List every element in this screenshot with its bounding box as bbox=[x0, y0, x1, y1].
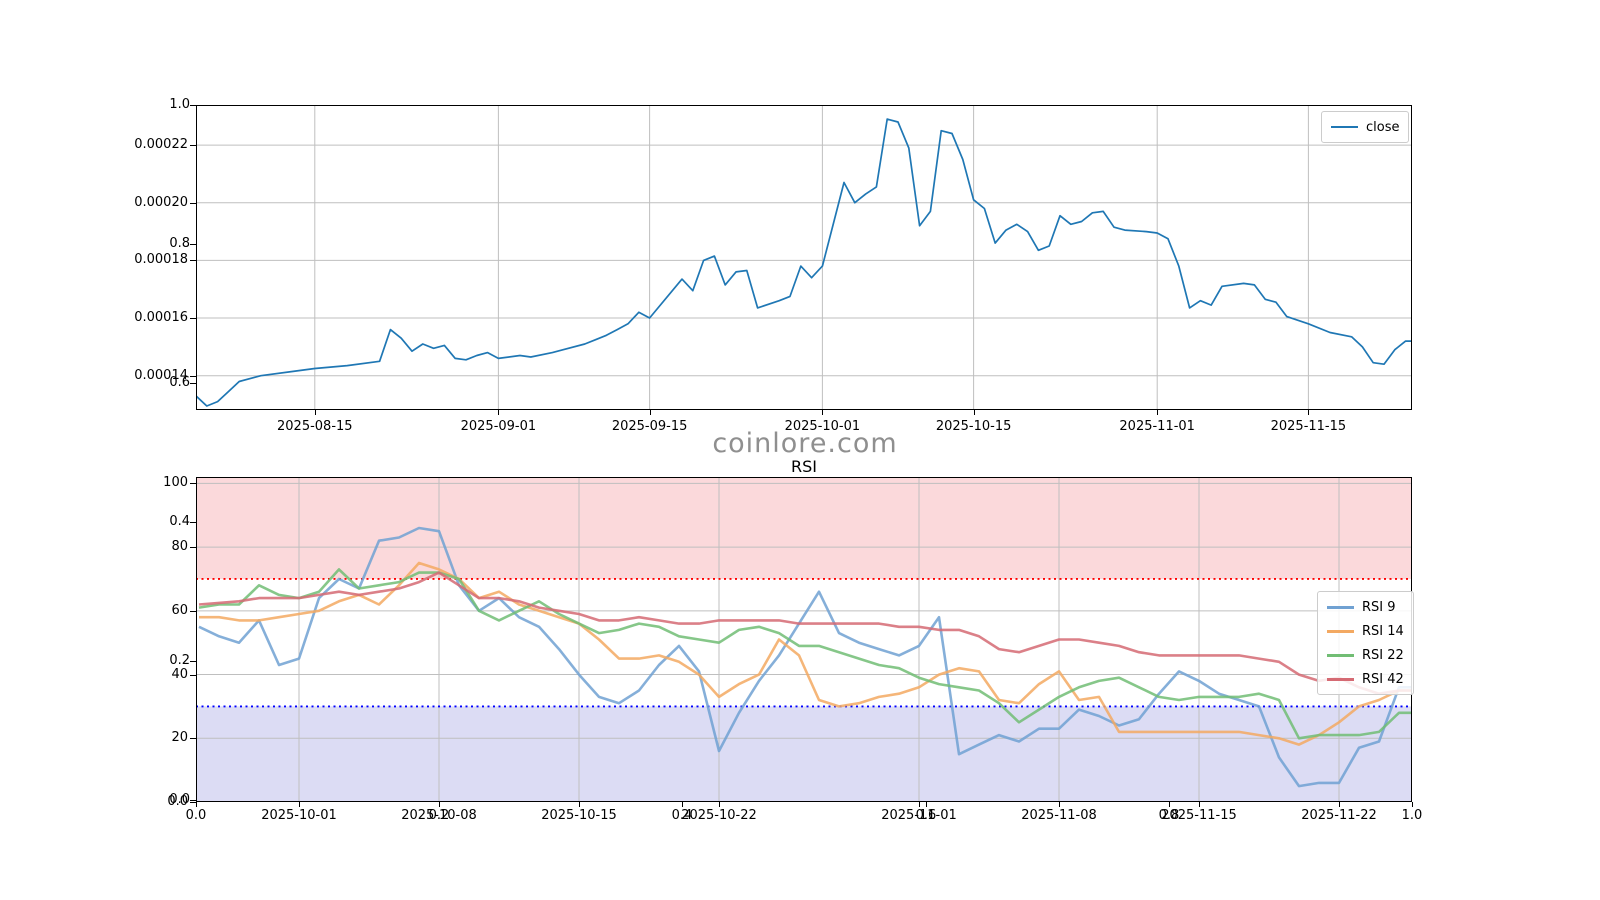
price-chart-plot bbox=[196, 105, 1412, 410]
tick-mark bbox=[314, 410, 316, 415]
y-tick-label: 100 bbox=[163, 475, 188, 491]
tick-mark bbox=[190, 610, 196, 612]
tick-mark bbox=[190, 202, 196, 204]
tick-mark bbox=[919, 802, 920, 807]
y-tick-label: 0.00016 bbox=[134, 310, 188, 326]
close-price-line bbox=[196, 118, 1412, 407]
x-tick-label: 2025-11-15 bbox=[1270, 419, 1347, 434]
tick-mark bbox=[190, 318, 196, 320]
y-tick-label: 0.00018 bbox=[134, 252, 188, 268]
y-tick-label: 0.00022 bbox=[134, 137, 188, 153]
x-tick-label: 2025-09-01 bbox=[460, 419, 537, 434]
legend-label-close: close bbox=[1366, 119, 1400, 135]
rsi-chart-plot bbox=[196, 477, 1412, 802]
x-tick-label: 2025-11-01 bbox=[1119, 419, 1195, 434]
legend-entry-rsi42: RSI 42 bbox=[1327, 667, 1404, 691]
x-tick-label: 2025-10-01 bbox=[261, 808, 337, 823]
chart-figure: 2025-08-15 2025-09-01 2025-09-15 2025-10-01… bbox=[0, 0, 1600, 900]
hidden-axis-x-label: 0.8 bbox=[1158, 808, 1180, 823]
tick-mark bbox=[822, 410, 824, 415]
rsi42-line bbox=[198, 571, 1412, 695]
tick-mark bbox=[682, 802, 683, 807]
tick-mark bbox=[719, 802, 720, 807]
x-tick-label: 2025-08-15 bbox=[277, 419, 353, 434]
legend-entry-rsi14: RSI 14 bbox=[1327, 619, 1404, 643]
rsi-legend: RSI 9 RSI 14 RSI 22 RSI 42 bbox=[1317, 591, 1414, 695]
legend-label-rsi14: RSI 14 bbox=[1362, 623, 1404, 639]
tick-mark bbox=[1059, 802, 1060, 807]
y-tick-label: 0.00020 bbox=[134, 194, 188, 210]
tick-mark bbox=[1157, 410, 1159, 415]
tick-mark bbox=[190, 145, 196, 147]
tick-mark bbox=[190, 105, 196, 106]
legend-entry-close: close bbox=[1331, 115, 1399, 139]
tick-mark bbox=[1199, 802, 1200, 807]
tick-mark bbox=[299, 802, 300, 807]
rsi22-line-swatch bbox=[1327, 653, 1354, 657]
legend-label-rsi9: RSI 9 bbox=[1362, 599, 1396, 615]
x-tick-label: 2025-11-08 bbox=[1021, 808, 1097, 823]
legend-entry-rsi22: RSI 22 bbox=[1327, 643, 1404, 667]
tick-mark bbox=[190, 674, 196, 676]
close-line-swatch bbox=[1331, 126, 1358, 128]
tick-mark bbox=[190, 738, 196, 740]
tick-mark bbox=[1169, 802, 1170, 807]
plot-border bbox=[196, 105, 1412, 410]
hidden-axis-x-label: 0.6 bbox=[915, 808, 937, 823]
tick-mark bbox=[190, 260, 196, 262]
y-tick-label: 20 bbox=[171, 730, 188, 746]
tick-mark bbox=[649, 410, 651, 415]
hidden-axis-y-label: 0.6 bbox=[169, 375, 190, 390]
tick-mark bbox=[1339, 802, 1340, 807]
rsi-chart-title: RSI bbox=[791, 457, 817, 476]
rsi-band bbox=[196, 477, 1412, 579]
tick-mark bbox=[190, 383, 196, 384]
hidden-axis-y-label: 0.8 bbox=[169, 236, 190, 251]
hidden-axis-y-label: 1.0 bbox=[169, 97, 190, 112]
tick-mark bbox=[190, 244, 196, 245]
price-legend: close bbox=[1321, 111, 1410, 143]
hidden-axis-x-label: 0.0 bbox=[185, 808, 207, 823]
rsi-band bbox=[196, 706, 1412, 802]
tick-mark bbox=[190, 483, 196, 485]
tick-mark bbox=[190, 375, 196, 377]
hidden-axis-x-label: 0.4 bbox=[671, 808, 693, 823]
tick-mark bbox=[498, 410, 500, 415]
x-tick-label: 2025-10-15 bbox=[541, 808, 617, 823]
hidden-axis-x-label: 1.0 bbox=[1401, 808, 1423, 823]
hidden-axis-y-label: 0.4 bbox=[169, 514, 190, 529]
legend-label-rsi42: RSI 42 bbox=[1362, 671, 1404, 687]
tick-mark bbox=[190, 522, 196, 523]
tick-mark bbox=[1412, 802, 1413, 807]
hidden-axis-y-label: 0.0 bbox=[169, 792, 190, 807]
legend-label-rsi22: RSI 22 bbox=[1362, 647, 1404, 663]
rsi14-line-swatch bbox=[1327, 629, 1354, 633]
tick-mark bbox=[439, 802, 440, 807]
tick-mark bbox=[190, 800, 196, 801]
tick-mark bbox=[1308, 410, 1310, 415]
tick-mark bbox=[196, 802, 197, 807]
hidden-axis-y-label: 0.2 bbox=[169, 653, 190, 668]
tick-mark bbox=[190, 547, 196, 549]
tick-mark bbox=[579, 802, 580, 807]
rsi9-line-swatch bbox=[1327, 605, 1354, 609]
rsi42-line-swatch bbox=[1327, 677, 1354, 681]
y-tick-label: 60 bbox=[171, 602, 188, 618]
tick-mark bbox=[926, 802, 927, 807]
legend-entry-rsi9: RSI 9 bbox=[1327, 595, 1404, 619]
watermark-text: coinlore.com bbox=[712, 428, 898, 459]
tick-mark bbox=[190, 661, 196, 662]
tick-mark bbox=[973, 410, 975, 415]
y-tick-label: 40 bbox=[171, 666, 188, 682]
y-tick-label: 80 bbox=[171, 539, 188, 555]
hidden-axis-x-label: 0.2 bbox=[428, 808, 450, 823]
